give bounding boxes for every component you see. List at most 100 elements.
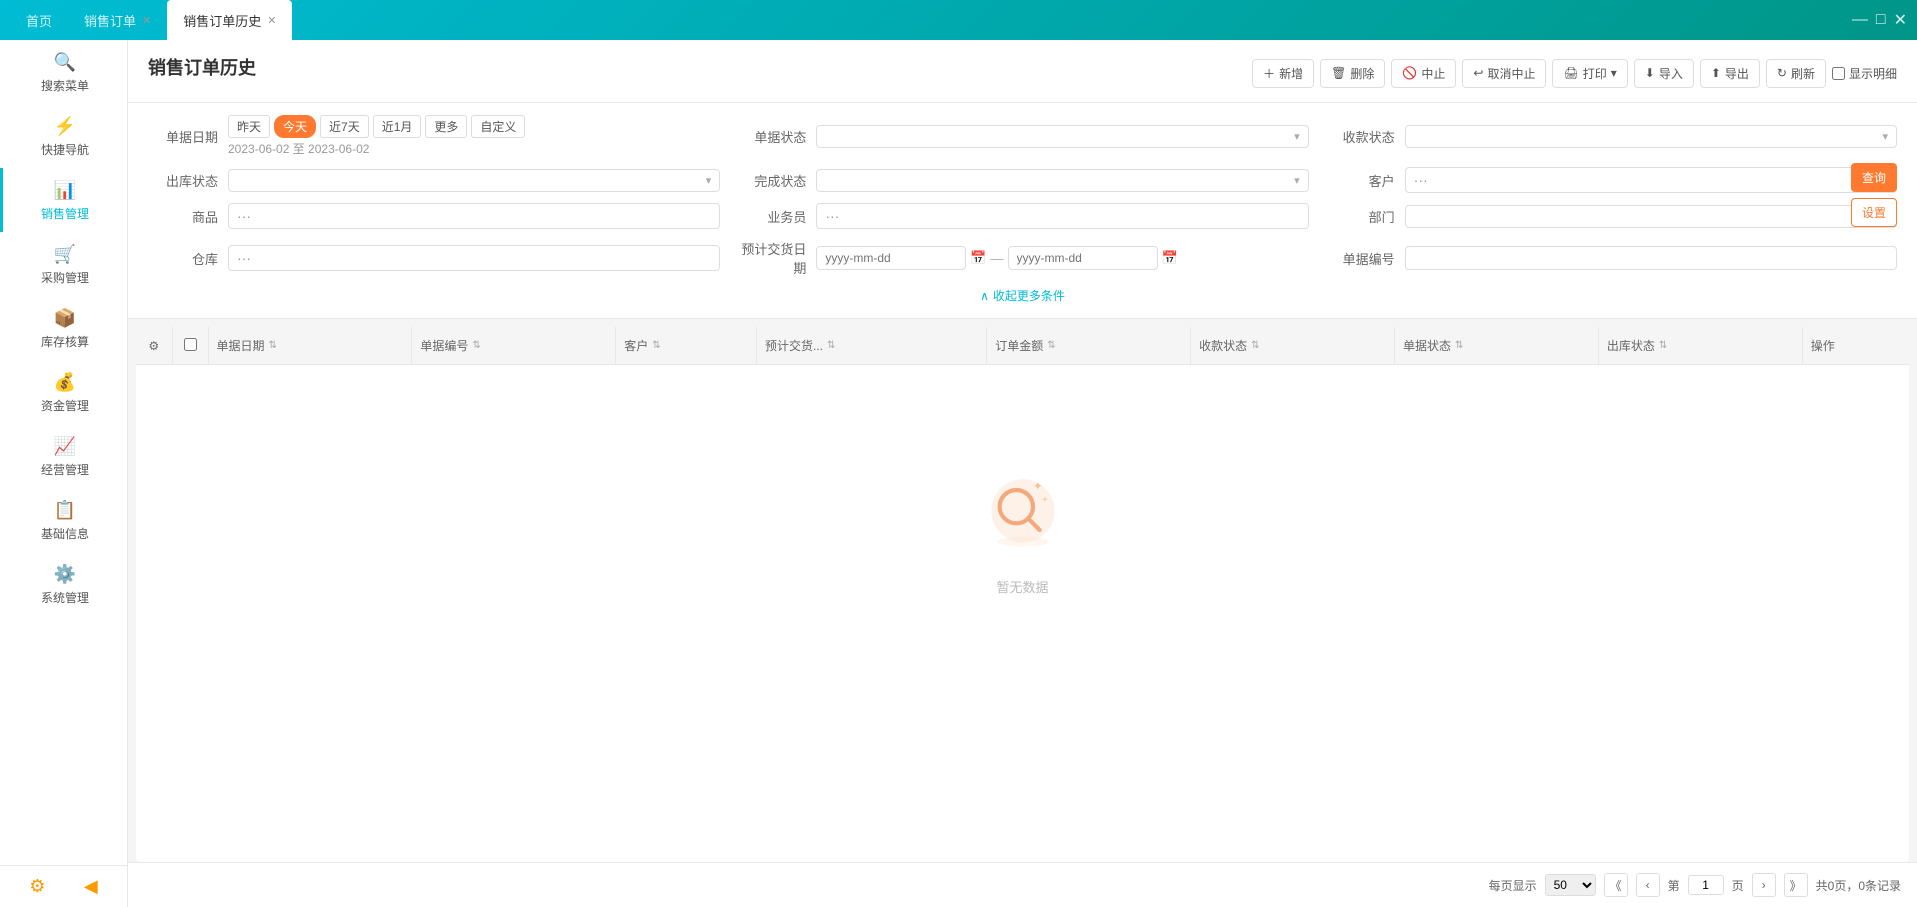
tab-sales-order[interactable]: 销售订单 ✕: [68, 0, 167, 40]
last-page-button[interactable]: 》: [1784, 873, 1808, 897]
receipt-status-select[interactable]: ▾: [1405, 125, 1897, 148]
sidebar-item-operations[interactable]: 📈 经营管理: [0, 424, 127, 488]
th-outbound-status: 出库状态 ⇅: [1598, 327, 1802, 365]
import-button[interactable]: ⬇ 导入: [1634, 59, 1694, 88]
sidebar-item-quick-nav[interactable]: ⚡ 快捷导航: [0, 104, 127, 168]
outbound-status-chevron-icon: ▾: [706, 174, 712, 187]
department-select[interactable]: ▾: [1405, 205, 1897, 228]
sidebar-item-system[interactable]: ⚙️ 系统管理: [0, 552, 127, 616]
completion-status-select[interactable]: ▾: [816, 169, 1308, 192]
th-operation: 操作: [1802, 327, 1909, 365]
date-btn-7days[interactable]: 近7天: [320, 115, 369, 138]
sidebar-item-purchase[interactable]: 🛒 采购管理: [0, 232, 127, 296]
sort-amount-icon[interactable]: ⇅: [1047, 340, 1055, 351]
collapse-bar[interactable]: ∧ 收起更多条件: [148, 283, 1897, 306]
warehouse-selector[interactable]: ···: [228, 245, 720, 271]
product-selector[interactable]: ···: [228, 203, 720, 229]
top-right-icons: — □ ✕: [1852, 10, 1907, 30]
print-button[interactable]: 🖨 打印 ▾: [1552, 59, 1627, 88]
empty-text: 暂无数据: [996, 577, 1048, 596]
settings-button[interactable]: 设置: [1851, 198, 1897, 227]
table-settings-icon[interactable]: ⚙: [148, 339, 159, 353]
receipt-status-label: 收款状态: [1325, 127, 1405, 146]
calendar-end-icon[interactable]: 📅: [1162, 250, 1178, 266]
empty-state-row: ✦ ✦ 暂无数据: [136, 365, 1909, 697]
delivery-date-end[interactable]: [1008, 246, 1158, 270]
customer-label: 客户: [1325, 171, 1405, 190]
next-page-button[interactable]: ›: [1752, 873, 1776, 897]
doc-status-select[interactable]: ▾: [816, 125, 1308, 148]
sort-customer-icon[interactable]: ⇅: [652, 340, 660, 351]
filter-delivery-date: 预计交货日期 📅 — 📅: [736, 239, 1308, 277]
page-unit: 页: [1732, 877, 1744, 894]
sort-docstatus-icon[interactable]: ⇅: [1455, 340, 1463, 351]
sidebar-item-search[interactable]: 🔍 搜索菜单: [0, 40, 127, 104]
page-number-input[interactable]: [1688, 875, 1724, 895]
sort-delivery-icon[interactable]: ⇅: [827, 340, 835, 351]
prev-page-button[interactable]: ‹: [1636, 873, 1660, 897]
doc-status-label: 单据状态: [736, 127, 816, 146]
sidebar-item-basic-info[interactable]: 📋 基础信息: [0, 488, 127, 552]
date-btn-more[interactable]: 更多: [425, 115, 467, 138]
top-tabs: 首页 销售订单 ✕ 销售订单历史 ✕: [10, 0, 292, 40]
stop-button[interactable]: 🚫 中止: [1391, 59, 1456, 88]
page-size-select[interactable]: 50 10 20 100: [1545, 874, 1596, 896]
empty-state-illustration: ✦ ✦: [973, 465, 1073, 565]
outbound-status-select[interactable]: ▾: [228, 169, 720, 192]
filter-completion-status: 完成状态 ▾: [736, 167, 1308, 193]
date-btn-custom[interactable]: 自定义: [471, 115, 525, 138]
inventory-icon: 📦: [54, 308, 76, 329]
content-area: 销售订单历史 ＋ 新增 🗑 删除 🚫 中止 ↩ 取消中止: [128, 40, 1917, 907]
query-button[interactable]: 查询: [1851, 163, 1897, 192]
close-tab-sales-order-history[interactable]: ✕: [267, 14, 276, 27]
date-btn-today[interactable]: 今天: [274, 115, 316, 138]
calendar-start-icon[interactable]: 📅: [970, 250, 986, 266]
date-btn-1month[interactable]: 近1月: [373, 115, 422, 138]
maximize-icon[interactable]: □: [1876, 11, 1886, 29]
doc-number-input[interactable]: [1405, 246, 1897, 270]
completion-status-label: 完成状态: [736, 171, 816, 190]
close-window-icon[interactable]: ✕: [1894, 10, 1907, 30]
show-detail-checkbox[interactable]: [1832, 67, 1845, 80]
delete-button[interactable]: 🗑 删除: [1320, 59, 1385, 88]
sidebar-settings-icon[interactable]: ⚙: [29, 876, 45, 897]
close-tab-sales-order[interactable]: ✕: [142, 14, 151, 27]
page-label: 第: [1668, 877, 1680, 894]
date-label: 单据日期: [148, 127, 228, 146]
select-all-checkbox[interactable]: [184, 338, 197, 351]
sidebar-item-sales[interactable]: 📊 销售管理: [0, 168, 127, 232]
sidebar-item-inventory[interactable]: 📦 库存核算: [0, 296, 127, 360]
filter-doc-status: 单据状态 ▾: [736, 115, 1308, 157]
query-buttons: 查询 设置: [1851, 163, 1897, 227]
refresh-button[interactable]: ↻ 刷新: [1766, 59, 1826, 88]
department-label: 部门: [1325, 207, 1405, 226]
date-btn-yesterday[interactable]: 昨天: [228, 115, 270, 138]
cancel-stop-button[interactable]: ↩ 取消中止: [1462, 59, 1546, 88]
tab-home[interactable]: 首页: [10, 0, 68, 40]
table-area: ⚙ 单据日期 ⇅ 单据编号: [136, 327, 1909, 862]
salesperson-selector[interactable]: ···: [816, 203, 1308, 229]
sort-receipt-icon[interactable]: ⇅: [1251, 340, 1259, 351]
sort-docno-icon[interactable]: ⇅: [472, 340, 480, 351]
delivery-date-start[interactable]: [816, 246, 966, 270]
export-button[interactable]: ⬆ 导出: [1700, 59, 1760, 88]
sidebar-item-finance[interactable]: 💰 资金管理: [0, 360, 127, 424]
tab-sales-order-history[interactable]: 销售订单历史 ✕: [167, 0, 292, 40]
minimize-icon[interactable]: —: [1852, 11, 1868, 29]
first-page-button[interactable]: 《: [1604, 873, 1628, 897]
empty-state-cell: ✦ ✦ 暂无数据: [136, 365, 1909, 697]
show-detail-checkbox-label[interactable]: 显示明细: [1832, 65, 1897, 82]
filter-product: 商品 ···: [148, 203, 720, 229]
sort-outbound-icon[interactable]: ⇅: [1659, 340, 1667, 351]
quick-nav-icon: ⚡: [54, 116, 76, 137]
sort-date-icon[interactable]: ⇅: [269, 340, 277, 351]
filter-department: 部门 ▾: [1325, 203, 1897, 229]
filter-doc-number: 单据编号: [1325, 239, 1897, 277]
sidebar: 🔍 搜索菜单 ⚡ 快捷导航 📊 销售管理 🛒 采购管理 📦 库存核算 💰 资金管…: [0, 40, 128, 907]
new-button[interactable]: ＋ 新增: [1252, 59, 1314, 88]
refresh-icon: ↻: [1777, 66, 1787, 80]
pagination-bar: 每页显示 50 10 20 100 《 ‹ 第 页 › 》 共0页，0条记录: [128, 862, 1917, 907]
customer-selector[interactable]: ···: [1405, 167, 1897, 193]
sidebar-collapse-icon[interactable]: ◀: [84, 876, 98, 897]
filter-row-2: 出库状态 ▾ 完成状态 ▾ 客户: [148, 167, 1897, 193]
